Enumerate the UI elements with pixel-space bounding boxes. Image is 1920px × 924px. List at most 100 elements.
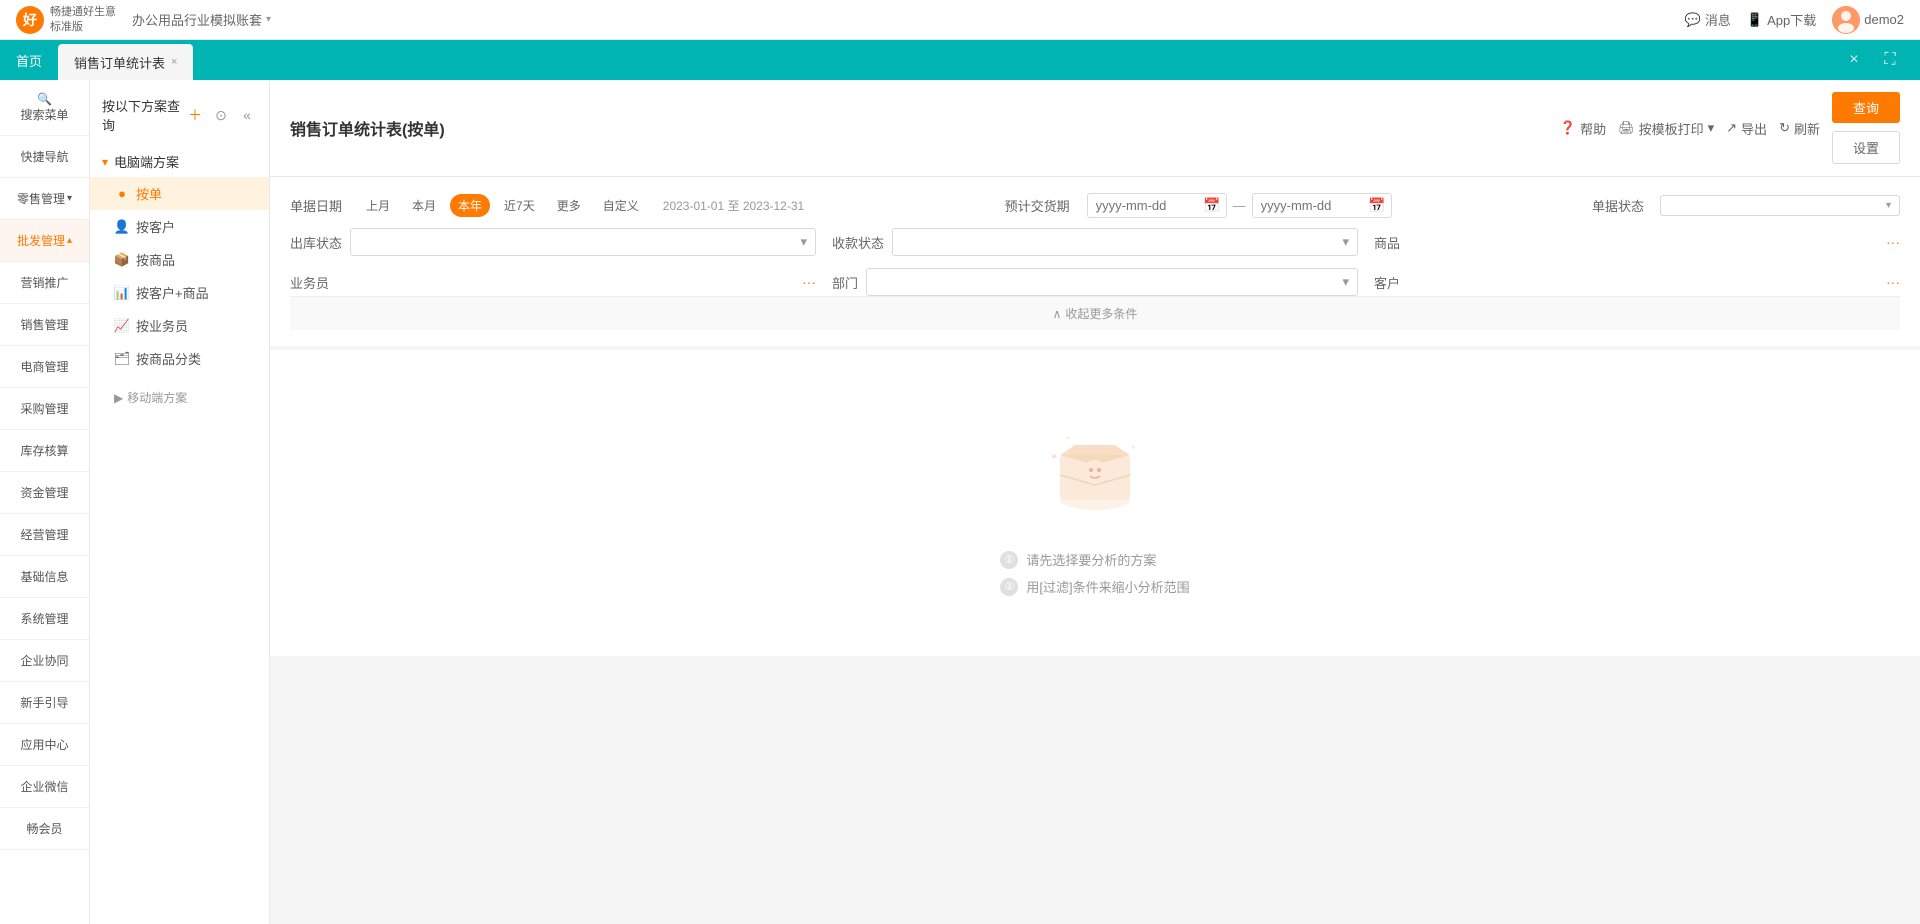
left-panel-header: 按以下方案查询 ＋ ⊙ «	[90, 88, 269, 142]
print-dropdown-icon: ▾	[1708, 120, 1715, 136]
refresh-btn[interactable]: ↻ 刷新	[1779, 119, 1820, 138]
sidebar-item-newuser[interactable]: 新手引导	[0, 682, 89, 724]
sidebar-item-ecommerce[interactable]: 电商管理	[0, 346, 89, 388]
query-button[interactable]: 查询	[1832, 92, 1900, 123]
empty-step-1: ① 请先选择要分析的方案	[1000, 550, 1189, 569]
panel-item-by-staff[interactable]: 📈 按业务员	[90, 309, 269, 342]
filter-collection: 收款状态 ▾	[832, 228, 1358, 256]
help-btn[interactable]: ❓ 帮助	[1560, 119, 1606, 138]
collapse-bar[interactable]: ∧ 收起更多条件	[290, 296, 1900, 330]
panel-item-by-customer-product[interactable]: 📊 按客户+商品	[90, 276, 269, 309]
logo-area: 好 畅捷通好生意 标准版	[16, 5, 116, 34]
date-range-text: 2023-01-01 至 2023-12-31	[663, 197, 804, 214]
tab-close-btn[interactable]: ×	[171, 56, 177, 68]
delivery-date-end: 📅	[1252, 193, 1392, 218]
desktop-section-header[interactable]: ▾ 电脑端方案	[90, 146, 269, 177]
settings-scheme-btn[interactable]: ⊙	[211, 105, 231, 125]
tab-close-window-icon[interactable]: ×	[1840, 46, 1868, 74]
collection-select[interactable]: ▾	[892, 228, 1358, 256]
wholesale-arrow-icon: ▴	[67, 235, 72, 246]
filter-row-3: 业务员 ··· 部门 ▾ 客户 ···	[290, 268, 1900, 296]
sidebar-shortcuts[interactable]: 快捷导航	[0, 136, 89, 178]
collapse-panel-btn[interactable]: «	[237, 105, 257, 125]
department-label: 部门	[832, 273, 858, 292]
calendar-end-icon[interactable]: 📅	[1368, 197, 1385, 214]
sidebar-item-system[interactable]: 系统管理	[0, 598, 89, 640]
product-more-icon[interactable]: ···	[1886, 234, 1900, 250]
delivery-date-group: 📅 — 📅	[1087, 193, 1392, 218]
filter-row-date: 单据日期 上月 本月 本年 近7天 更多 自定义 2023-01-01 至 20…	[290, 193, 1900, 218]
sidebar-item-purchase[interactable]: 采购管理	[0, 388, 89, 430]
sidebar-item-sales[interactable]: 销售管理	[0, 304, 89, 346]
help-icon: ❓	[1560, 120, 1576, 136]
date-btn-this-month[interactable]: 本月	[404, 194, 444, 217]
outbound-label: 出库状态	[290, 233, 342, 252]
sidebar-item-enterprise[interactable]: 企业协同	[0, 640, 89, 682]
refresh-icon: ↻	[1779, 120, 1790, 136]
app-download-action[interactable]: 📱 App下载	[1747, 10, 1816, 29]
department-select[interactable]: ▾	[866, 268, 1358, 296]
step2-num: ②	[1000, 578, 1018, 596]
message-action[interactable]: 💬 消息	[1685, 10, 1731, 29]
step1-num: ①	[1000, 551, 1018, 569]
order-status-chevron-icon: ▾	[1886, 200, 1891, 211]
sidebar-item-operation[interactable]: 经营管理	[0, 514, 89, 556]
panel-item-by-order[interactable]: ● 按单	[90, 177, 269, 210]
date-btn-this-year[interactable]: 本年	[450, 194, 490, 217]
outbound-select[interactable]: ▾	[350, 228, 816, 256]
sidebar-item-marketing[interactable]: 营销推广	[0, 262, 89, 304]
print-icon: 🖨	[1618, 120, 1635, 136]
order-status-select[interactable]: ▾	[1660, 195, 1900, 216]
filter-staff: 业务员 ···	[290, 268, 816, 296]
sidebar-item-finance[interactable]: 资金管理	[0, 472, 89, 514]
customer-more-icon[interactable]: ···	[1886, 274, 1900, 290]
sidebar-item-member[interactable]: 畅会员	[0, 808, 89, 850]
tab-expand-icon[interactable]: ⛶	[1876, 46, 1904, 74]
sidebar-item-wholesale[interactable]: 批发管理 ▴	[0, 220, 89, 262]
sidebar: 🔍 搜索菜单 快捷导航 零售管理 ▾ 批发管理 ▴ 营销推广 销售管理 电商管理…	[0, 80, 90, 924]
page-header: 销售订单统计表(按单) ❓ 帮助 🖨 按模板打印 ▾ ↗ 导出 ↻ 刷新	[270, 80, 1920, 177]
panel-item-by-category[interactable]: 🗂 按商品分类	[90, 342, 269, 375]
empty-state: ✦ ✦ ✦ ① 请先选择要分析的方案 ② 用[过滤]条件来缩小分析范围	[270, 350, 1920, 656]
date-btn-custom[interactable]: 自定义	[595, 194, 647, 217]
panel-item-by-product[interactable]: 📦 按商品	[90, 243, 269, 276]
query-action-group: 查询 设置	[1832, 92, 1900, 164]
staff-more-icon[interactable]: ···	[802, 274, 816, 290]
date-btn-7days[interactable]: 近7天	[496, 194, 543, 217]
filter-product: 商品 ···	[1374, 228, 1900, 256]
date-btn-more[interactable]: 更多	[549, 194, 589, 217]
message-icon: 💬	[1685, 12, 1701, 28]
outbound-chevron-icon: ▾	[800, 234, 807, 250]
delivery-label: 预计交货期	[1005, 196, 1075, 215]
date-separator: —	[1233, 198, 1246, 213]
mobile-section-header[interactable]: ▶ 移动端方案	[102, 383, 269, 412]
tab-home[interactable]: 首页	[0, 40, 58, 80]
settings-button[interactable]: 设置	[1832, 131, 1900, 164]
template-print-btn[interactable]: 🖨 按模板打印 ▾	[1618, 119, 1714, 138]
workspace-selector[interactable]: 办公用品行业模拟账套 ▾	[124, 10, 279, 29]
logo-icon: 好	[16, 6, 44, 34]
empty-steps: ① 请先选择要分析的方案 ② 用[过滤]条件来缩小分析范围	[1000, 550, 1189, 596]
by-customer-product-icon: 📊	[114, 285, 130, 301]
date-btn-group: 上月 本月 本年 近7天 更多 自定义	[358, 194, 647, 217]
export-icon: ↗	[1726, 120, 1737, 136]
panel-section-mobile: ▶ 移动端方案	[90, 379, 269, 416]
add-scheme-btn[interactable]: ＋	[185, 105, 205, 125]
filter-row-2: 出库状态 ▾ 收款状态 ▾ 商品 ···	[290, 228, 1900, 256]
sidebar-item-inventory[interactable]: 库存核算	[0, 430, 89, 472]
workspace-chevron-icon: ▾	[266, 14, 271, 25]
export-btn[interactable]: ↗ 导出	[1726, 119, 1767, 138]
sidebar-item-retail[interactable]: 零售管理 ▾	[0, 178, 89, 220]
left-panel: 按以下方案查询 ＋ ⊙ « ▾ 电脑端方案 ● 按单 👤 按客户 📦 按商	[90, 80, 270, 924]
sidebar-item-appcenter[interactable]: 应用中心	[0, 724, 89, 766]
customer-label: 客户	[1374, 273, 1400, 292]
sidebar-item-wechat[interactable]: 企业微信	[0, 766, 89, 808]
sidebar-search[interactable]: 🔍 搜索菜单	[0, 80, 89, 136]
top-bar-left: 好 畅捷通好生意 标准版 办公用品行业模拟账套 ▾	[16, 5, 279, 34]
sidebar-item-basic[interactable]: 基础信息	[0, 556, 89, 598]
panel-item-by-customer[interactable]: 👤 按客户	[90, 210, 269, 243]
tab-sales-order[interactable]: 销售订单统计表 ×	[58, 44, 193, 80]
date-btn-last-month[interactable]: 上月	[358, 194, 398, 217]
user-area[interactable]: demo2	[1832, 6, 1904, 34]
calendar-start-icon[interactable]: 📅	[1203, 197, 1220, 214]
